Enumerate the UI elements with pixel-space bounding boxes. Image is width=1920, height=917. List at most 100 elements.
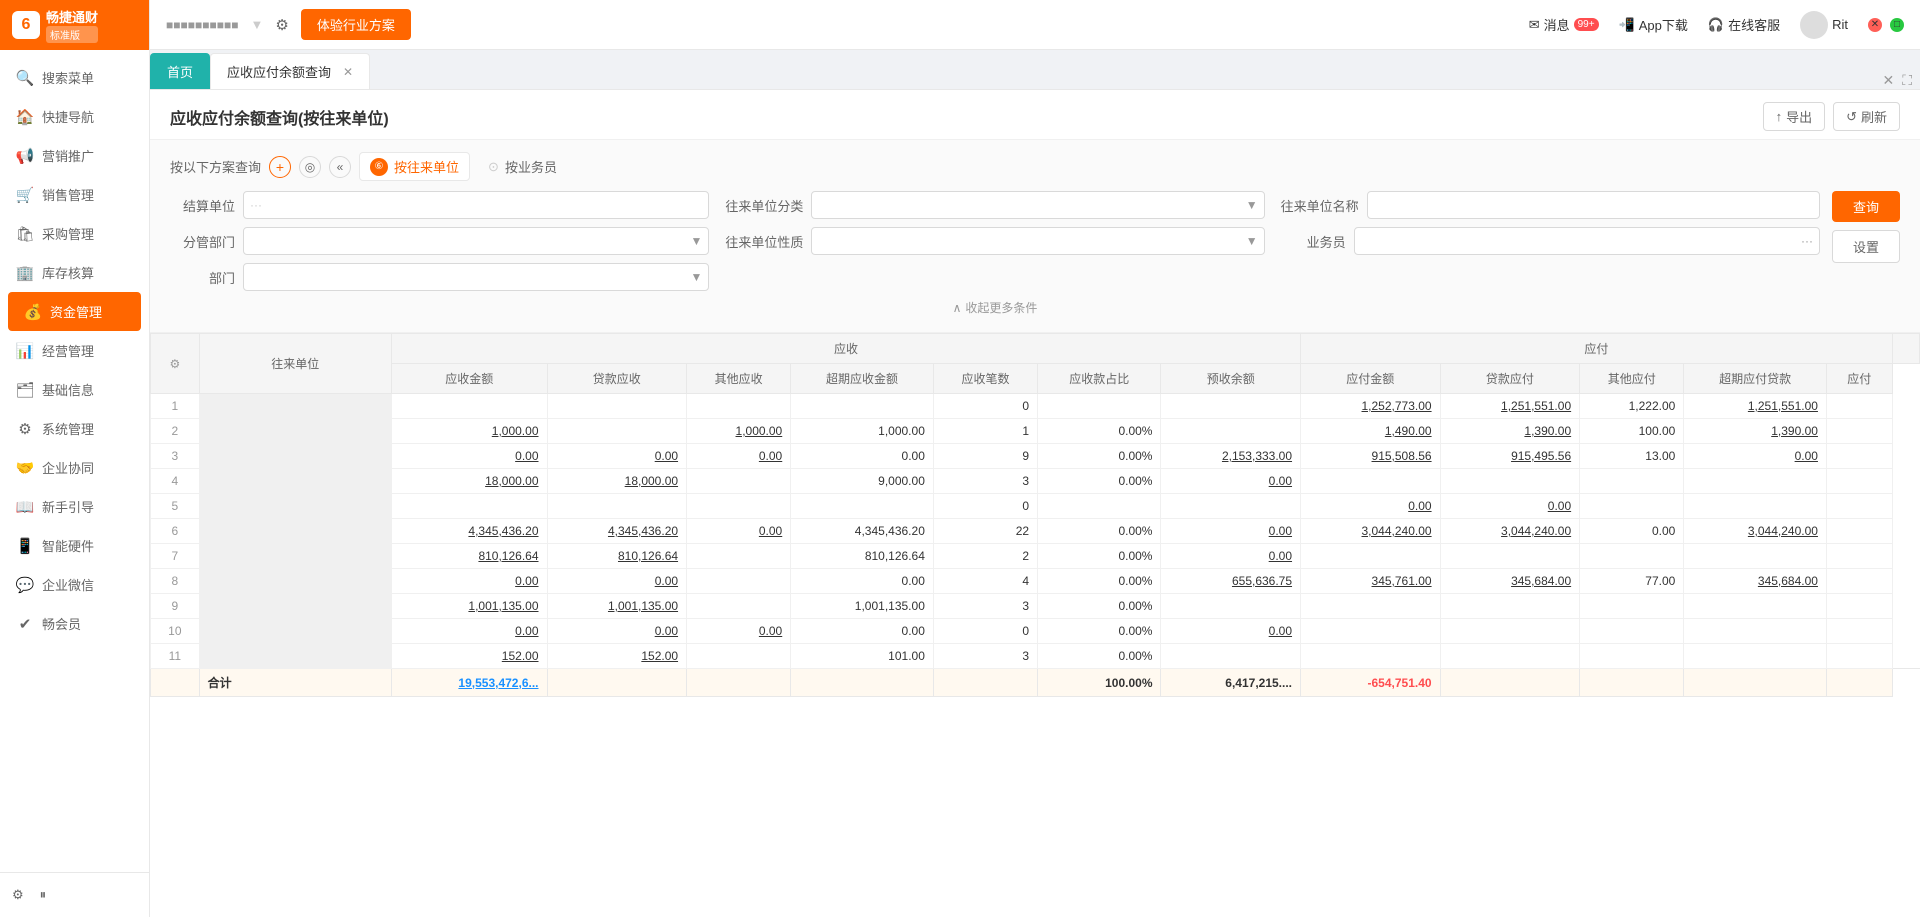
sidebar-item-search[interactable]: 🔍 搜索菜单 bbox=[0, 58, 149, 97]
col-ar-amount: 应收金额 bbox=[391, 364, 547, 394]
sidebar-item-wechat[interactable]: 💬 企业微信 bbox=[0, 565, 149, 604]
inventory-icon: 🏢 bbox=[16, 264, 34, 282]
salesperson-input[interactable]: ··· bbox=[1354, 227, 1820, 255]
sidebar-item-member[interactable]: ✔ 畅会员 bbox=[0, 604, 149, 643]
setting-button[interactable]: 设置 bbox=[1832, 230, 1900, 263]
col-ap-extra: 应付 bbox=[1826, 364, 1892, 394]
col-no-header: ⚙ bbox=[151, 334, 200, 394]
dept-manager-input[interactable]: ▼ bbox=[243, 227, 709, 255]
footer-ar-overdue bbox=[791, 669, 934, 697]
dept-input[interactable]: ▼ bbox=[243, 263, 709, 291]
filter-collapse-btn[interactable]: « bbox=[329, 156, 351, 178]
sidebar-item-label: 新手引导 bbox=[42, 497, 94, 516]
settings-btn[interactable]: ⚙ bbox=[275, 16, 288, 34]
avatar-image bbox=[1800, 11, 1828, 39]
sidebar-item-basic[interactable]: 🗂 基础信息 bbox=[0, 370, 149, 409]
tab-balance-label: 应收应付余额查询 bbox=[227, 62, 331, 81]
footer-ar-loan bbox=[547, 669, 687, 697]
col-ap-overdue: 超期应付贷款 bbox=[1684, 364, 1827, 394]
user-avatar[interactable]: Rit bbox=[1800, 11, 1848, 39]
sidebar-item-system[interactable]: ⚙ 系统管理 bbox=[0, 409, 149, 448]
refresh-button[interactable]: ↺ 刷新 bbox=[1833, 102, 1900, 131]
sidebar-item-label: 营销推广 bbox=[42, 146, 94, 165]
download-icon: 📲 bbox=[1619, 17, 1635, 33]
footer-label-cell bbox=[151, 669, 200, 697]
trial-button[interactable]: 体验行业方案 bbox=[301, 9, 411, 40]
online-service-btn[interactable]: 🎧 在线客服 bbox=[1708, 15, 1780, 34]
finance-icon: 💰 bbox=[24, 303, 42, 321]
sidebar-item-label: 系统管理 bbox=[42, 419, 94, 438]
sidebar-item-label: 企业微信 bbox=[42, 575, 94, 594]
filter-settings-btn[interactable]: ◎ bbox=[299, 156, 321, 178]
table-row: 21,000.001,000.001,000.0010.00%1,490.001… bbox=[151, 419, 1920, 444]
collapse-more-btn[interactable]: ∧ 收起更多条件 bbox=[170, 295, 1820, 320]
search-icon: 🔍 bbox=[16, 69, 34, 87]
sidebar-item-purchase[interactable]: 🛍 采购管理 bbox=[0, 214, 149, 253]
table-row: 80.000.000.0040.00%655,636.75345,761.003… bbox=[151, 569, 1920, 594]
logo-badge: 标准版 bbox=[46, 26, 98, 43]
filter-bar-label: 按以下方案查询 bbox=[170, 157, 261, 176]
sidebar-item-hardware[interactable]: 📱 智能硬件 bbox=[0, 526, 149, 565]
sidebar-item-sales[interactable]: 🛒 销售管理 bbox=[0, 175, 149, 214]
message-btn[interactable]: ✉ 消息 99+ bbox=[1529, 15, 1599, 34]
service-icon: 🎧 bbox=[1708, 17, 1724, 33]
filter-partner-name: 往来单位名称 bbox=[1281, 191, 1820, 219]
query-button[interactable]: 查询 bbox=[1832, 191, 1900, 222]
tab-close-icon[interactable]: ✕ bbox=[343, 65, 353, 79]
filter-add-btn[interactable]: + bbox=[269, 156, 291, 178]
export-button[interactable]: ↑ 导出 bbox=[1763, 102, 1826, 131]
partner-category-input[interactable]: ▼ bbox=[811, 191, 1264, 219]
tab-balance[interactable]: 应收应付余额查询 ✕ bbox=[210, 53, 370, 89]
username: Rit bbox=[1832, 17, 1848, 32]
max-btn[interactable]: □ bbox=[1890, 18, 1904, 32]
app-logo: 6 畅捷通财 标准版 bbox=[0, 0, 149, 50]
filter-partner-category: 往来单位分类 ▼ bbox=[725, 191, 1264, 219]
table-row: 11152.00152.00101.0030.00% bbox=[151, 644, 1920, 669]
partner-name-input[interactable] bbox=[1367, 191, 1820, 219]
sidebar-item-label: 经营管理 bbox=[42, 341, 94, 360]
header-left: ■■■■■■■■■■ ▼ ⚙ 体验行业方案 bbox=[166, 9, 411, 40]
message-badge: 99+ bbox=[1574, 18, 1599, 31]
sidebar-item-marketing[interactable]: 📢 营销推广 bbox=[0, 136, 149, 175]
filter-salesperson: 业务员 ··· bbox=[1281, 227, 1820, 255]
tab-close-window[interactable]: ✕ bbox=[1882, 72, 1894, 89]
collab-icon: 🤝 bbox=[16, 459, 34, 477]
footer-label: 合计 bbox=[199, 669, 391, 697]
sidebar-item-inventory[interactable]: 🏢 库存核算 bbox=[0, 253, 149, 292]
scheme-by-salesperson[interactable]: ⊙ 按业务员 bbox=[478, 153, 567, 180]
sidebar-item-finance[interactable]: 💰 资金管理 bbox=[8, 292, 141, 331]
footer-prepay: 6,417,215.... bbox=[1161, 669, 1301, 697]
page-header: 应收应付余额查询(按往来单位) ↑ 导出 ↺ 刷新 bbox=[150, 90, 1920, 140]
col-ar-other: 其他应收 bbox=[687, 364, 791, 394]
sidebar-item-label: 企业协同 bbox=[42, 458, 94, 477]
col-ar-count: 应收笔数 bbox=[933, 364, 1037, 394]
tabs-bar: 首页 应收应付余额查询 ✕ ✕ ⛶ bbox=[150, 50, 1920, 90]
tab-home[interactable]: 首页 bbox=[150, 53, 210, 89]
col-ar-group: 应收 bbox=[391, 334, 1300, 364]
tab-expand[interactable]: ⛶ bbox=[1902, 72, 1912, 89]
scheme-by-partner[interactable]: ⑥ 按往来单位 bbox=[359, 152, 470, 181]
sidebar-item-label: 搜索菜单 bbox=[42, 68, 94, 87]
footer-ap-other bbox=[1580, 669, 1684, 697]
table-row: 7810,126.64810,126.64810,126.6420.00%0.0… bbox=[151, 544, 1920, 569]
settlement-unit-input[interactable]: ··· bbox=[243, 191, 709, 219]
sidebar-item-label: 快捷导航 bbox=[42, 107, 94, 126]
hardware-icon: 📱 bbox=[16, 537, 34, 555]
logo-text: 畅捷通财 bbox=[46, 7, 98, 26]
sidebar-item-quick[interactable]: 🏠 快捷导航 bbox=[0, 97, 149, 136]
close-btn[interactable]: ✕ bbox=[1868, 18, 1882, 32]
collapse-icon[interactable]: ⏸ bbox=[40, 887, 47, 903]
table-row: 91,001,135.001,001,135.001,001,135.0030.… bbox=[151, 594, 1920, 619]
sidebar-item-operation[interactable]: 📊 经营管理 bbox=[0, 331, 149, 370]
home-icon: 🏠 bbox=[16, 108, 34, 126]
sidebar-item-guide[interactable]: 📖 新手引导 bbox=[0, 487, 149, 526]
app-download-btn[interactable]: 📲 App下载 bbox=[1619, 15, 1688, 34]
partner-nature-input[interactable]: ▼ bbox=[811, 227, 1264, 255]
page-content: 应收应付余额查询(按往来单位) ↑ 导出 ↺ 刷新 按以下方案查询 bbox=[150, 90, 1920, 917]
sidebar-item-collab[interactable]: 🤝 企业协同 bbox=[0, 448, 149, 487]
filter-actions: 查询 设置 bbox=[1832, 191, 1900, 263]
table-gear-icon[interactable]: ⚙ bbox=[169, 357, 180, 371]
settings-icon[interactable]: ⚙ bbox=[12, 887, 24, 903]
export-icon: ↑ bbox=[1776, 109, 1783, 124]
footer-ar-total[interactable]: 19,553,472,6... bbox=[391, 669, 547, 697]
